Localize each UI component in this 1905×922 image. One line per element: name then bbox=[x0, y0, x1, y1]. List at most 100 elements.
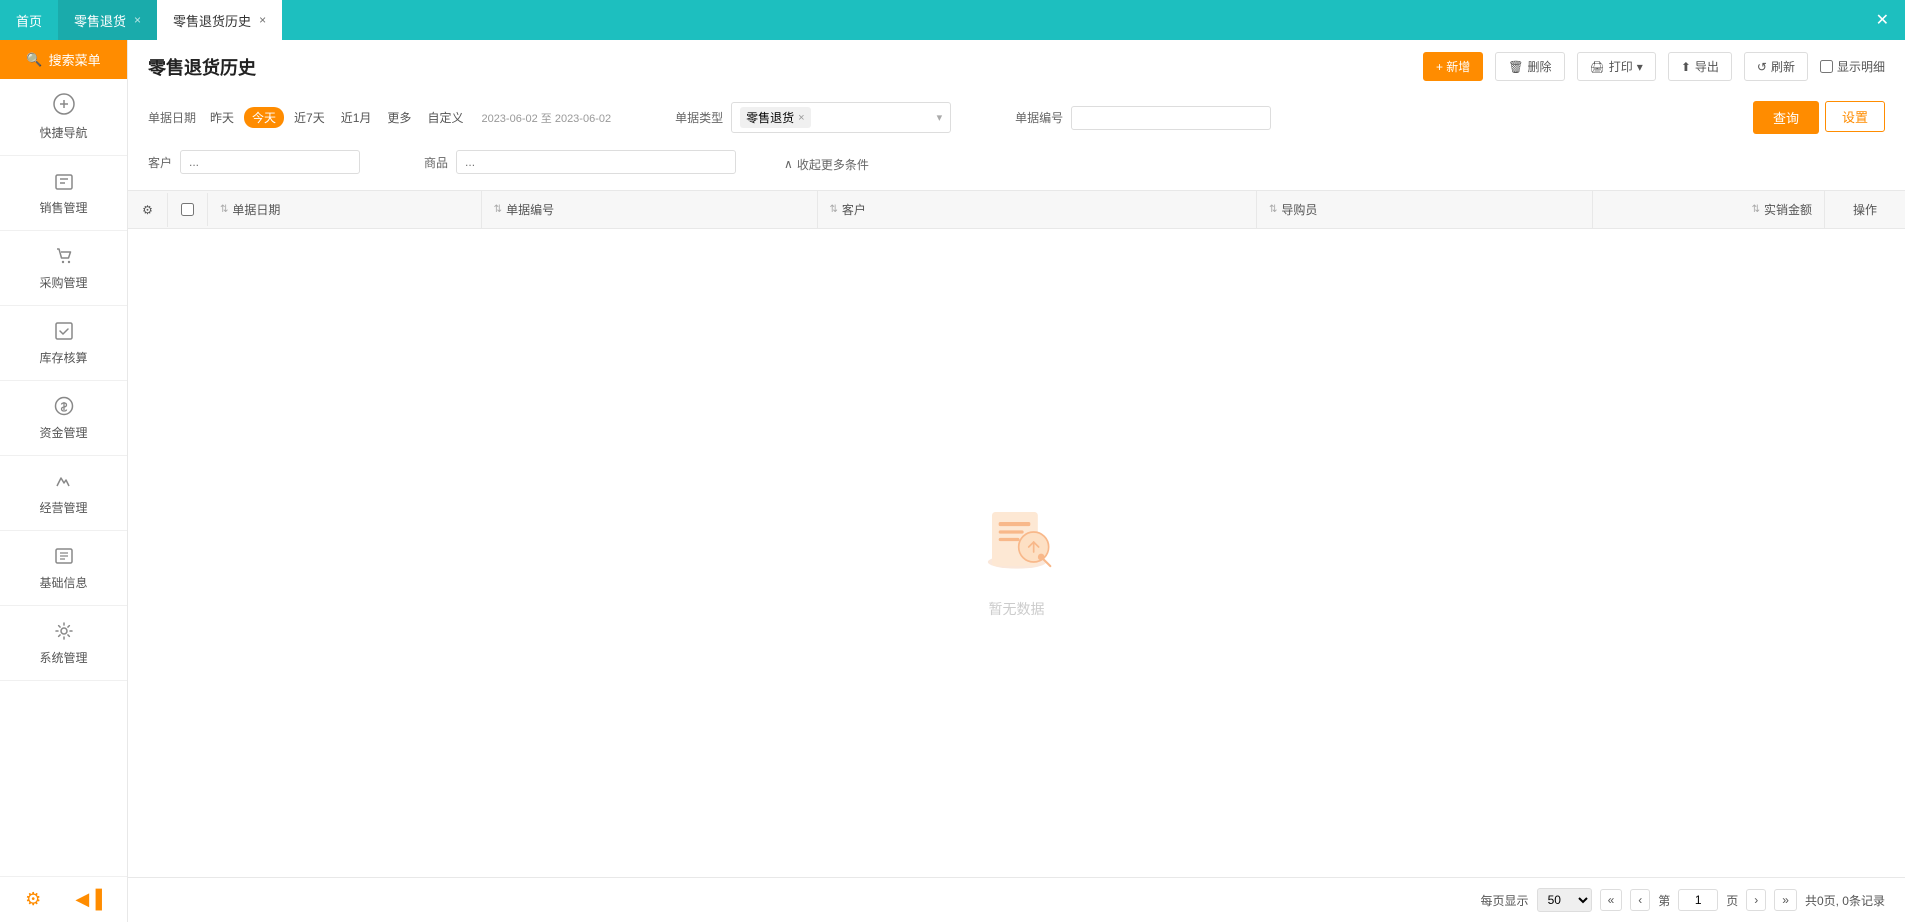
search-icon: 🔍 bbox=[26, 52, 42, 68]
show-detail-label: 显示明细 bbox=[1837, 58, 1885, 75]
page-title: 零售退货历史 bbox=[148, 54, 256, 80]
table-header: ⚙ ⇅ 单据日期 ⇅ 单据编号 ⇅ 客户 ⇅ bbox=[128, 191, 1905, 229]
sidebar-item-inventory[interactable]: 库存核算 bbox=[0, 306, 127, 381]
audio-bottom-icon[interactable]: ◀▐ bbox=[75, 889, 102, 910]
purchase-icon bbox=[53, 245, 75, 270]
sidebar-item-purchase[interactable]: 采购管理 bbox=[0, 231, 127, 306]
col-settings-icon: ⚙ bbox=[142, 203, 153, 217]
empty-label: 暂无数据 bbox=[989, 599, 1045, 619]
page-next-icon: › bbox=[1754, 893, 1758, 907]
page-input[interactable] bbox=[1678, 889, 1718, 911]
sidebar-item-quick-nav[interactable]: 快捷导航 bbox=[0, 79, 127, 156]
page-prev-button[interactable]: ‹ bbox=[1630, 889, 1650, 911]
tab-retail-return-history-label: 零售退货历史 bbox=[173, 11, 251, 30]
sort-icon-doc: ⇅ bbox=[494, 204, 502, 215]
sort-icon-customer: ⇅ bbox=[830, 204, 838, 215]
settings-bottom-icon[interactable]: ⚙ bbox=[25, 889, 41, 910]
sort-icon-amount: ⇅ bbox=[1752, 204, 1760, 215]
inventory-icon bbox=[53, 320, 75, 345]
doc-type-select[interactable]: 零售退货 × ▾ bbox=[731, 102, 951, 133]
page-prev-icon: ‹ bbox=[1638, 893, 1642, 907]
page-suffix: 页 bbox=[1726, 892, 1738, 909]
collapse-icon: ∧ bbox=[784, 157, 793, 171]
tab-retail-return-close[interactable]: × bbox=[134, 13, 141, 27]
col-amount[interactable]: ⇅ 实销金额 bbox=[1593, 191, 1825, 228]
query-button[interactable]: 查询 bbox=[1753, 101, 1819, 134]
print-button[interactable]: 🖨 打印 ▾ bbox=[1577, 52, 1656, 81]
sidebar-search[interactable]: 🔍 搜索菜单 bbox=[0, 40, 127, 79]
delete-button[interactable]: 🗑 删除 bbox=[1495, 52, 1564, 81]
page-size-select[interactable]: 50 10 20 100 bbox=[1537, 888, 1592, 912]
tab-retail-return-history[interactable]: 零售退货历史 × bbox=[157, 0, 282, 40]
page-first-button[interactable]: « bbox=[1600, 889, 1623, 911]
export-button-label: 导出 bbox=[1695, 58, 1719, 75]
empty-state: 暂无数据 bbox=[128, 229, 1905, 877]
window-close-button[interactable]: ✕ bbox=[1860, 10, 1905, 30]
col-customer[interactable]: ⇅ 客户 bbox=[818, 191, 1257, 228]
date-btn-custom[interactable]: 自定义 bbox=[421, 107, 469, 128]
col-guide[interactable]: ⇅ 导购员 bbox=[1257, 191, 1593, 228]
sidebar-item-sales[interactable]: 销售管理 bbox=[0, 156, 127, 231]
show-detail-checkbox[interactable]: 显示明细 bbox=[1820, 58, 1885, 75]
date-btn-7days[interactable]: 近7天 bbox=[288, 107, 331, 128]
basic-info-icon bbox=[53, 545, 75, 570]
page-last-button[interactable]: » bbox=[1774, 889, 1797, 911]
show-detail-input[interactable] bbox=[1820, 60, 1833, 73]
sidebar-item-basic-info[interactable]: 基础信息 bbox=[0, 531, 127, 606]
date-btn-yesterday[interactable]: 昨天 bbox=[204, 107, 240, 128]
page-title-row: 零售退货历史 + 新增 🗑 删除 🖨 打印 ▾ ⬆ bbox=[148, 52, 1885, 81]
sidebar-item-quick-nav-label: 快捷导航 bbox=[39, 124, 87, 141]
tab-retail-return-history-close[interactable]: × bbox=[259, 13, 266, 27]
doc-type-dropdown-icon: ▾ bbox=[937, 111, 943, 124]
filter-row-2: 客户 商品 ∧ 收起更多条件 bbox=[148, 150, 1885, 182]
col-settings[interactable]: ⚙ bbox=[128, 193, 168, 227]
new-button[interactable]: + 新增 bbox=[1423, 52, 1483, 81]
tab-retail-return[interactable]: 零售退货 × bbox=[58, 0, 157, 40]
refresh-button[interactable]: ↺ 刷新 bbox=[1744, 52, 1808, 81]
goods-input[interactable] bbox=[456, 150, 736, 174]
print-button-label: 打印 bbox=[1609, 58, 1633, 75]
sidebar-item-finance[interactable]: 资金管理 bbox=[0, 381, 127, 456]
goods-label: 商品 bbox=[424, 154, 448, 171]
col-date[interactable]: ⇅ 单据日期 bbox=[208, 191, 482, 228]
page-size-label: 每页显示 bbox=[1481, 892, 1529, 909]
new-button-label: + 新增 bbox=[1436, 58, 1470, 75]
print-icon: 🖨 bbox=[1590, 60, 1605, 74]
doc-type-filter: 单据类型 零售退货 × ▾ bbox=[675, 102, 951, 133]
col-doc-no[interactable]: ⇅ 单据编号 bbox=[482, 191, 818, 228]
page-last-icon: » bbox=[1782, 893, 1789, 907]
page-first-icon: « bbox=[1608, 893, 1615, 907]
collapse-bar[interactable]: ∧ 收起更多条件 bbox=[784, 152, 869, 181]
sidebar-item-finance-label: 资金管理 bbox=[39, 424, 87, 441]
doc-type-tag-close[interactable]: × bbox=[798, 112, 804, 124]
page-prefix: 第 bbox=[1658, 892, 1670, 909]
filter-area: 单据日期 昨天 今天 近7天 近1月 更多 自定义 2023-06-02 至 2… bbox=[148, 93, 1885, 182]
doc-number-input[interactable] bbox=[1071, 106, 1271, 130]
tab-home[interactable]: 首页 bbox=[0, 0, 58, 40]
export-icon: ⬆ bbox=[1681, 60, 1691, 74]
sidebar-item-operations[interactable]: 经营管理 bbox=[0, 456, 127, 531]
page-next-button[interactable]: › bbox=[1746, 889, 1766, 911]
tab-list: 首页 零售退货 × 零售退货历史 × bbox=[0, 0, 1860, 40]
goods-filter: 商品 bbox=[424, 150, 736, 174]
customer-input[interactable] bbox=[180, 150, 360, 174]
sidebar-search-label: 搜索菜单 bbox=[49, 50, 101, 69]
tab-retail-return-label: 零售退货 bbox=[74, 11, 126, 30]
date-range-display: 2023-06-02 至 2023-06-02 bbox=[481, 110, 611, 126]
filter-settings-label: 设置 bbox=[1842, 110, 1868, 125]
filter-settings-button[interactable]: 设置 bbox=[1825, 101, 1885, 132]
col-checkbox[interactable] bbox=[168, 193, 208, 226]
col-customer-label: 客户 bbox=[842, 201, 866, 218]
date-btn-more[interactable]: 更多 bbox=[381, 107, 417, 128]
export-button[interactable]: ⬆ 导出 bbox=[1668, 52, 1732, 81]
date-btn-1month[interactable]: 近1月 bbox=[335, 107, 378, 128]
sidebar-item-system[interactable]: 系统管理 bbox=[0, 606, 127, 681]
date-btn-today[interactable]: 今天 bbox=[244, 107, 284, 128]
col-amount-label: 实销金额 bbox=[1764, 201, 1812, 218]
col-guide-label: 导购员 bbox=[1281, 201, 1317, 218]
sort-icon-date: ⇅ bbox=[220, 204, 228, 215]
customer-filter: 客户 bbox=[148, 150, 360, 174]
empty-icon bbox=[967, 487, 1067, 587]
select-all-checkbox[interactable] bbox=[181, 203, 194, 216]
print-dropdown-icon: ▾ bbox=[1637, 60, 1643, 74]
